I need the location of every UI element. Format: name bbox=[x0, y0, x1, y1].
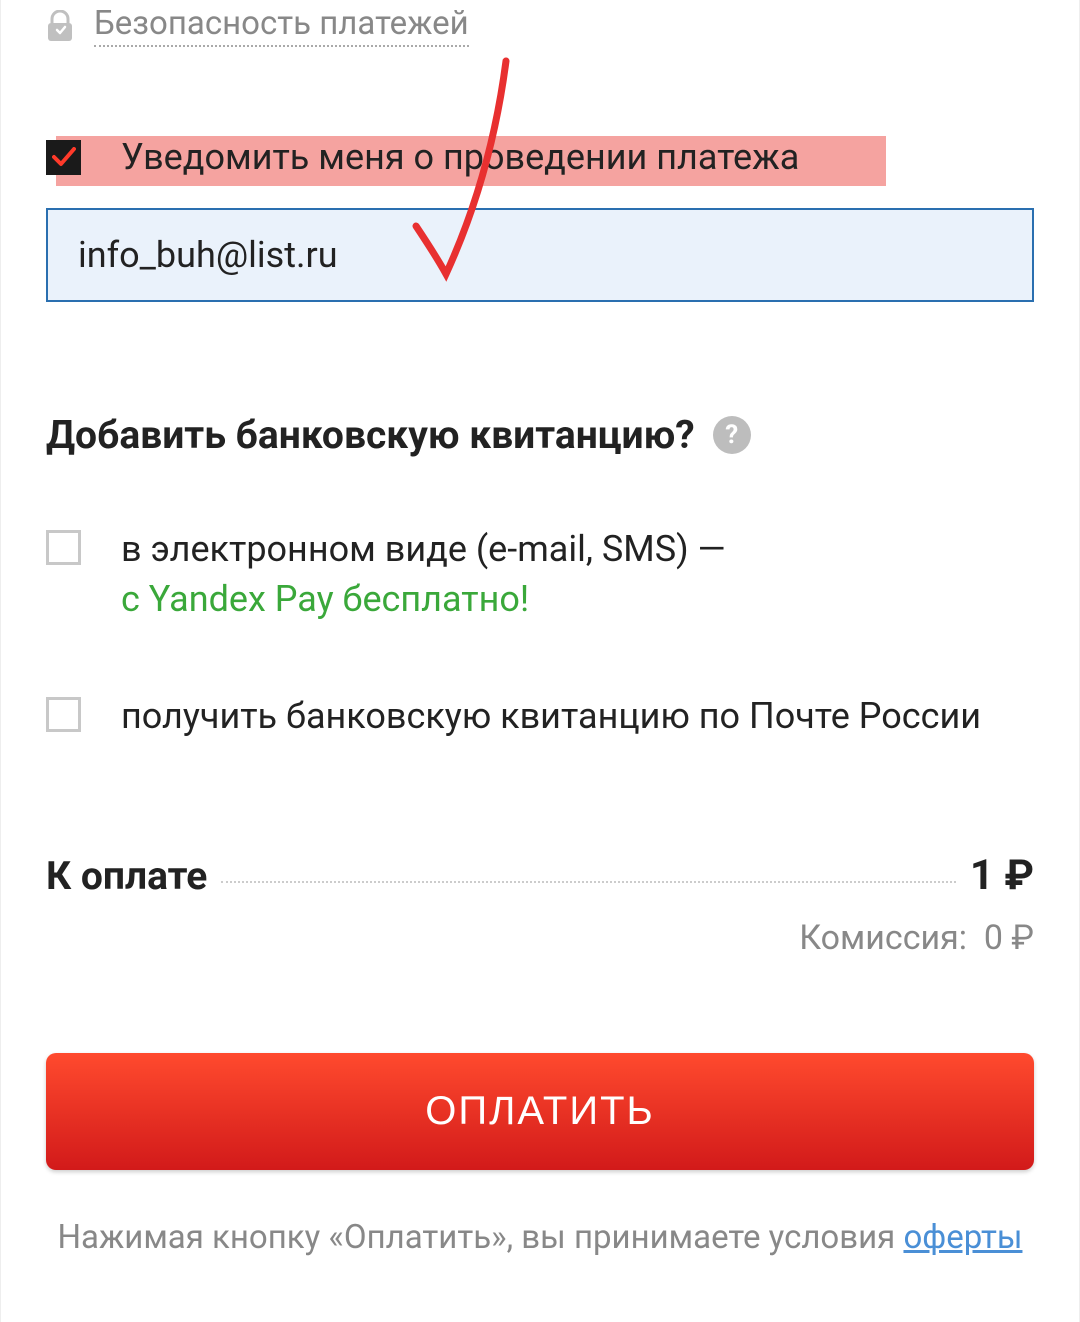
notify-checkbox[interactable] bbox=[46, 140, 81, 175]
pay-button[interactable]: ОПЛАТИТЬ bbox=[46, 1053, 1034, 1170]
receipt-electronic-line1: в электронном виде (e-mail, SMS) — bbox=[121, 528, 726, 570]
total-label: К оплате bbox=[46, 853, 207, 899]
receipt-electronic-line2: с Yandex Pay бесплатно! bbox=[121, 578, 529, 620]
security-link[interactable]: Безопасность платежей bbox=[94, 4, 469, 47]
receipt-heading-row: Добавить банковскую квитанцию? ? bbox=[46, 412, 1034, 458]
receipt-option-postal: получить банковскую квитанцию по Почте Р… bbox=[46, 691, 1034, 741]
total-row: К оплате 1 ₽ bbox=[46, 851, 1034, 900]
notify-label: Уведомить меня о проведении платежа bbox=[121, 136, 799, 178]
receipt-electronic-label: в электронном виде (e-mail, SMS) — с Yan… bbox=[121, 524, 726, 625]
lock-icon bbox=[46, 10, 74, 42]
security-row: Безопасность платежей bbox=[46, 0, 1034, 51]
help-icon[interactable]: ? bbox=[713, 416, 751, 454]
receipt-postal-checkbox[interactable] bbox=[46, 697, 81, 732]
total-filler bbox=[221, 881, 955, 883]
disclaimer: Нажимая кнопку «Оплатить», вы принимаете… bbox=[46, 1214, 1034, 1262]
receipt-electronic-checkbox[interactable] bbox=[46, 530, 81, 565]
receipt-option-electronic: в электронном виде (e-mail, SMS) — с Yan… bbox=[46, 524, 1034, 625]
email-input[interactable] bbox=[46, 208, 1034, 302]
commission-value: 0 ₽ bbox=[984, 918, 1034, 958]
notify-block: Уведомить меня о проведении платежа bbox=[46, 136, 1034, 302]
receipt-postal-label: получить банковскую квитанцию по Почте Р… bbox=[121, 691, 981, 741]
offer-link[interactable]: оферты bbox=[903, 1218, 1022, 1257]
disclaimer-text: Нажимая кнопку «Оплатить», вы принимаете… bbox=[58, 1218, 904, 1257]
total-amount: 1 ₽ bbox=[970, 851, 1034, 900]
commission-label: Комиссия: bbox=[799, 918, 967, 958]
receipt-heading: Добавить банковскую квитанцию? bbox=[46, 412, 695, 458]
commission-row: Комиссия: 0 ₽ bbox=[46, 918, 1034, 958]
